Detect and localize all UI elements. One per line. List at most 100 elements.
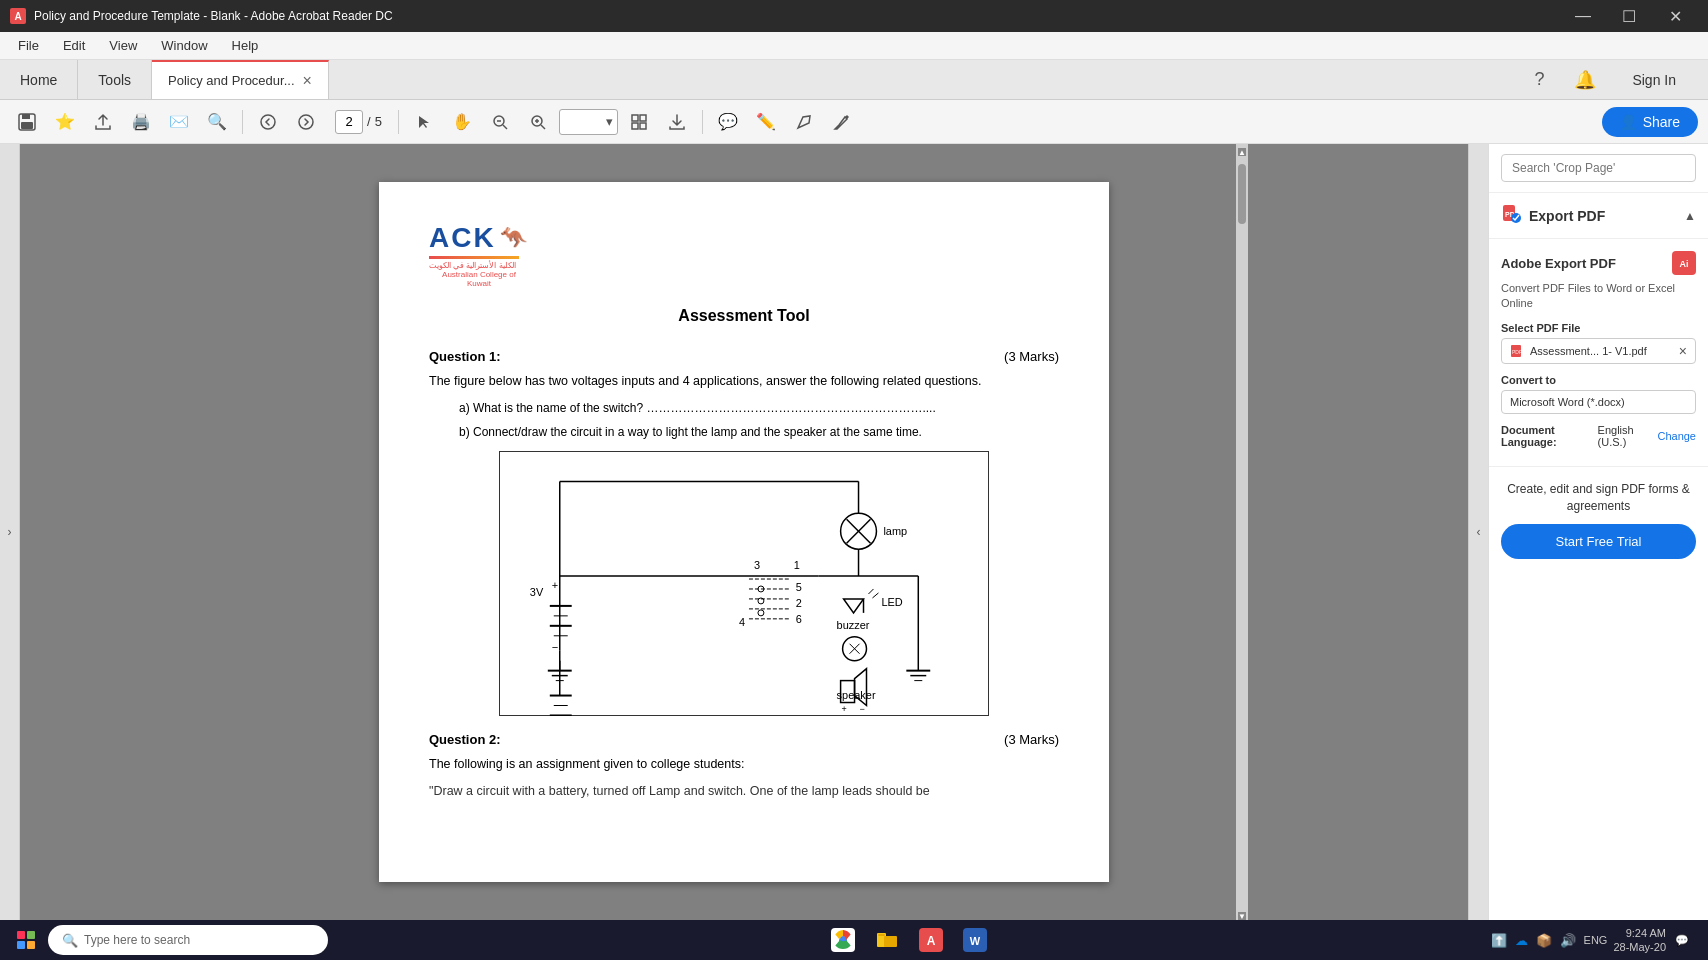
tab-document[interactable]: Policy and Procedur... × [152,60,329,99]
zoom-control[interactable]: 75% ▾ [559,109,618,135]
scroll-up-arrow[interactable]: ▲ [1238,148,1246,156]
print-button[interactable]: 🖨️ [124,105,158,139]
zoom-dropdown-icon[interactable]: ▾ [606,114,613,129]
doc-lang-change-link[interactable]: Change [1657,430,1696,442]
prev-page-button[interactable] [251,105,285,139]
q2-marks: (3 Marks) [1004,732,1059,747]
minimize-button[interactable]: — [1560,0,1606,32]
q2-sub: "Draw a circuit with a battery, turned o… [429,782,1059,801]
kangaroo-icon: 🦘 [500,225,527,251]
file-remove-button[interactable]: × [1679,343,1687,359]
tab-home[interactable]: Home [0,60,78,99]
adobe-export-desc: Convert PDF Files to Word or Excel Onlin… [1501,281,1696,312]
separator-2 [398,110,399,134]
hand-tool[interactable]: ✋ [445,105,479,139]
left-panel-toggle[interactable]: › [0,144,20,920]
file-name: Assessment... 1- V1.pdf [1530,345,1647,357]
ack-text: ACK [429,222,496,254]
taskbar-word[interactable]: W [955,922,995,958]
ink-button[interactable] [787,105,821,139]
ack-english: Australian College of Kuwait [429,270,529,288]
volume-icon: 🔊 [1560,933,1576,948]
svg-text:+: + [842,704,847,714]
help-icon[interactable]: ? [1524,65,1554,95]
start-button[interactable] [8,922,44,958]
pdf-scrollbar[interactable]: ▲ ▼ [1236,144,1248,920]
svg-rect-12 [640,123,646,129]
window-controls: — ☐ ✕ [1560,0,1698,32]
logo-bar [429,256,519,259]
files-icon [875,928,899,952]
search-button[interactable]: 🔍 [200,105,234,139]
notifications-button[interactable]: 💬 [1672,925,1692,955]
page-number-input[interactable]: 2 [335,110,363,134]
menu-window[interactable]: Window [151,34,217,57]
q1-marks: (3 Marks) [1004,349,1059,364]
export-pdf-header[interactable]: PDF Export PDF ▲ [1489,193,1708,238]
zoom-in-button[interactable] [521,105,555,139]
email-button[interactable]: ✉️ [162,105,196,139]
taskbar-acrobat[interactable]: A [911,922,951,958]
acrobat-icon: A [919,928,943,952]
share-button[interactable]: 👤 Share [1602,107,1698,137]
bookmark-button[interactable]: ⭐ [48,105,82,139]
right-panel-toggle[interactable]: ‹ [1468,144,1488,920]
notifications-icon[interactable]: 🔔 [1570,65,1600,95]
page-total: 5 [375,114,382,129]
svg-rect-85 [27,931,35,939]
fill-sign-button[interactable] [825,105,859,139]
menu-edit[interactable]: Edit [53,34,95,57]
menu-file[interactable]: File [8,34,49,57]
scroll-thumb[interactable] [1238,164,1246,224]
pdf-viewer[interactable]: ACK 🦘 الكلية الأسترالية في الكويت Austra… [20,144,1468,920]
download-button[interactable] [660,105,694,139]
taskbar-search-icon: 🔍 [62,933,78,948]
svg-rect-87 [27,941,35,949]
q2-section: Question 2: (3 Marks) The following is a… [429,732,1059,801]
maximize-button[interactable]: ☐ [1606,0,1652,32]
comment-button[interactable]: 💬 [711,105,745,139]
start-trial-button[interactable]: Start Free Trial [1501,524,1696,559]
q2-header: Question 2: (3 Marks) [429,732,1059,747]
svg-text:−: − [860,704,865,714]
dropbox-icon: 📦 [1536,933,1552,948]
zoom-input[interactable]: 75% [564,114,604,129]
file-chip: PDF Assessment... 1- V1.pdf × [1501,338,1696,364]
close-button[interactable]: ✕ [1652,0,1698,32]
svg-rect-92 [878,934,885,936]
svg-text:2: 2 [796,597,802,609]
system-icons: ⬆️ ☁ 📦 🔊 ENG [1491,933,1608,948]
taskbar-chrome[interactable] [823,922,863,958]
svg-text:PDF: PDF [1512,349,1522,355]
tab-bar: Home Tools Policy and Procedur... × ? 🔔 … [0,60,1708,100]
menu-help[interactable]: Help [222,34,269,57]
fit-page-button[interactable] [622,105,656,139]
current-date: 28-May-20 [1613,940,1666,954]
adobe-export-icon: Ai [1672,251,1696,275]
tab-close-button[interactable]: × [303,72,312,90]
highlight-button[interactable]: ✏️ [749,105,783,139]
svg-text:3V: 3V [530,586,544,598]
create-title: Create, edit and sign PDF forms & agreem… [1501,481,1696,515]
next-page-button[interactable] [289,105,323,139]
taskbar-files[interactable] [867,922,907,958]
menu-view[interactable]: View [99,34,147,57]
select-tool[interactable] [407,105,441,139]
svg-rect-84 [17,931,25,939]
doc-lang-value: English (U.S.) [1598,424,1654,448]
scroll-down-arrow[interactable]: ▼ [1238,912,1246,920]
save-button[interactable] [10,105,44,139]
convert-to-select[interactable]: Microsoft Word (*.docx) Microsoft Excel … [1501,390,1696,414]
app-icon: A [10,8,26,24]
main-layout: › ACK 🦘 الكلية الأسترالية في الكويت Aust… [0,144,1708,920]
q2-text: The following is an assignment given to … [429,755,1059,774]
tab-tools[interactable]: Tools [78,60,152,99]
create-section: Create, edit and sign PDF forms & agreem… [1489,467,1708,574]
upload-button[interactable] [86,105,120,139]
svg-rect-4 [21,122,33,129]
svg-text:4: 4 [739,616,745,628]
taskbar-search-text[interactable]: Type here to search [84,933,190,947]
zoom-out-button[interactable] [483,105,517,139]
crop-page-search[interactable] [1501,154,1696,182]
sign-in-button[interactable]: Sign In [1616,66,1692,94]
